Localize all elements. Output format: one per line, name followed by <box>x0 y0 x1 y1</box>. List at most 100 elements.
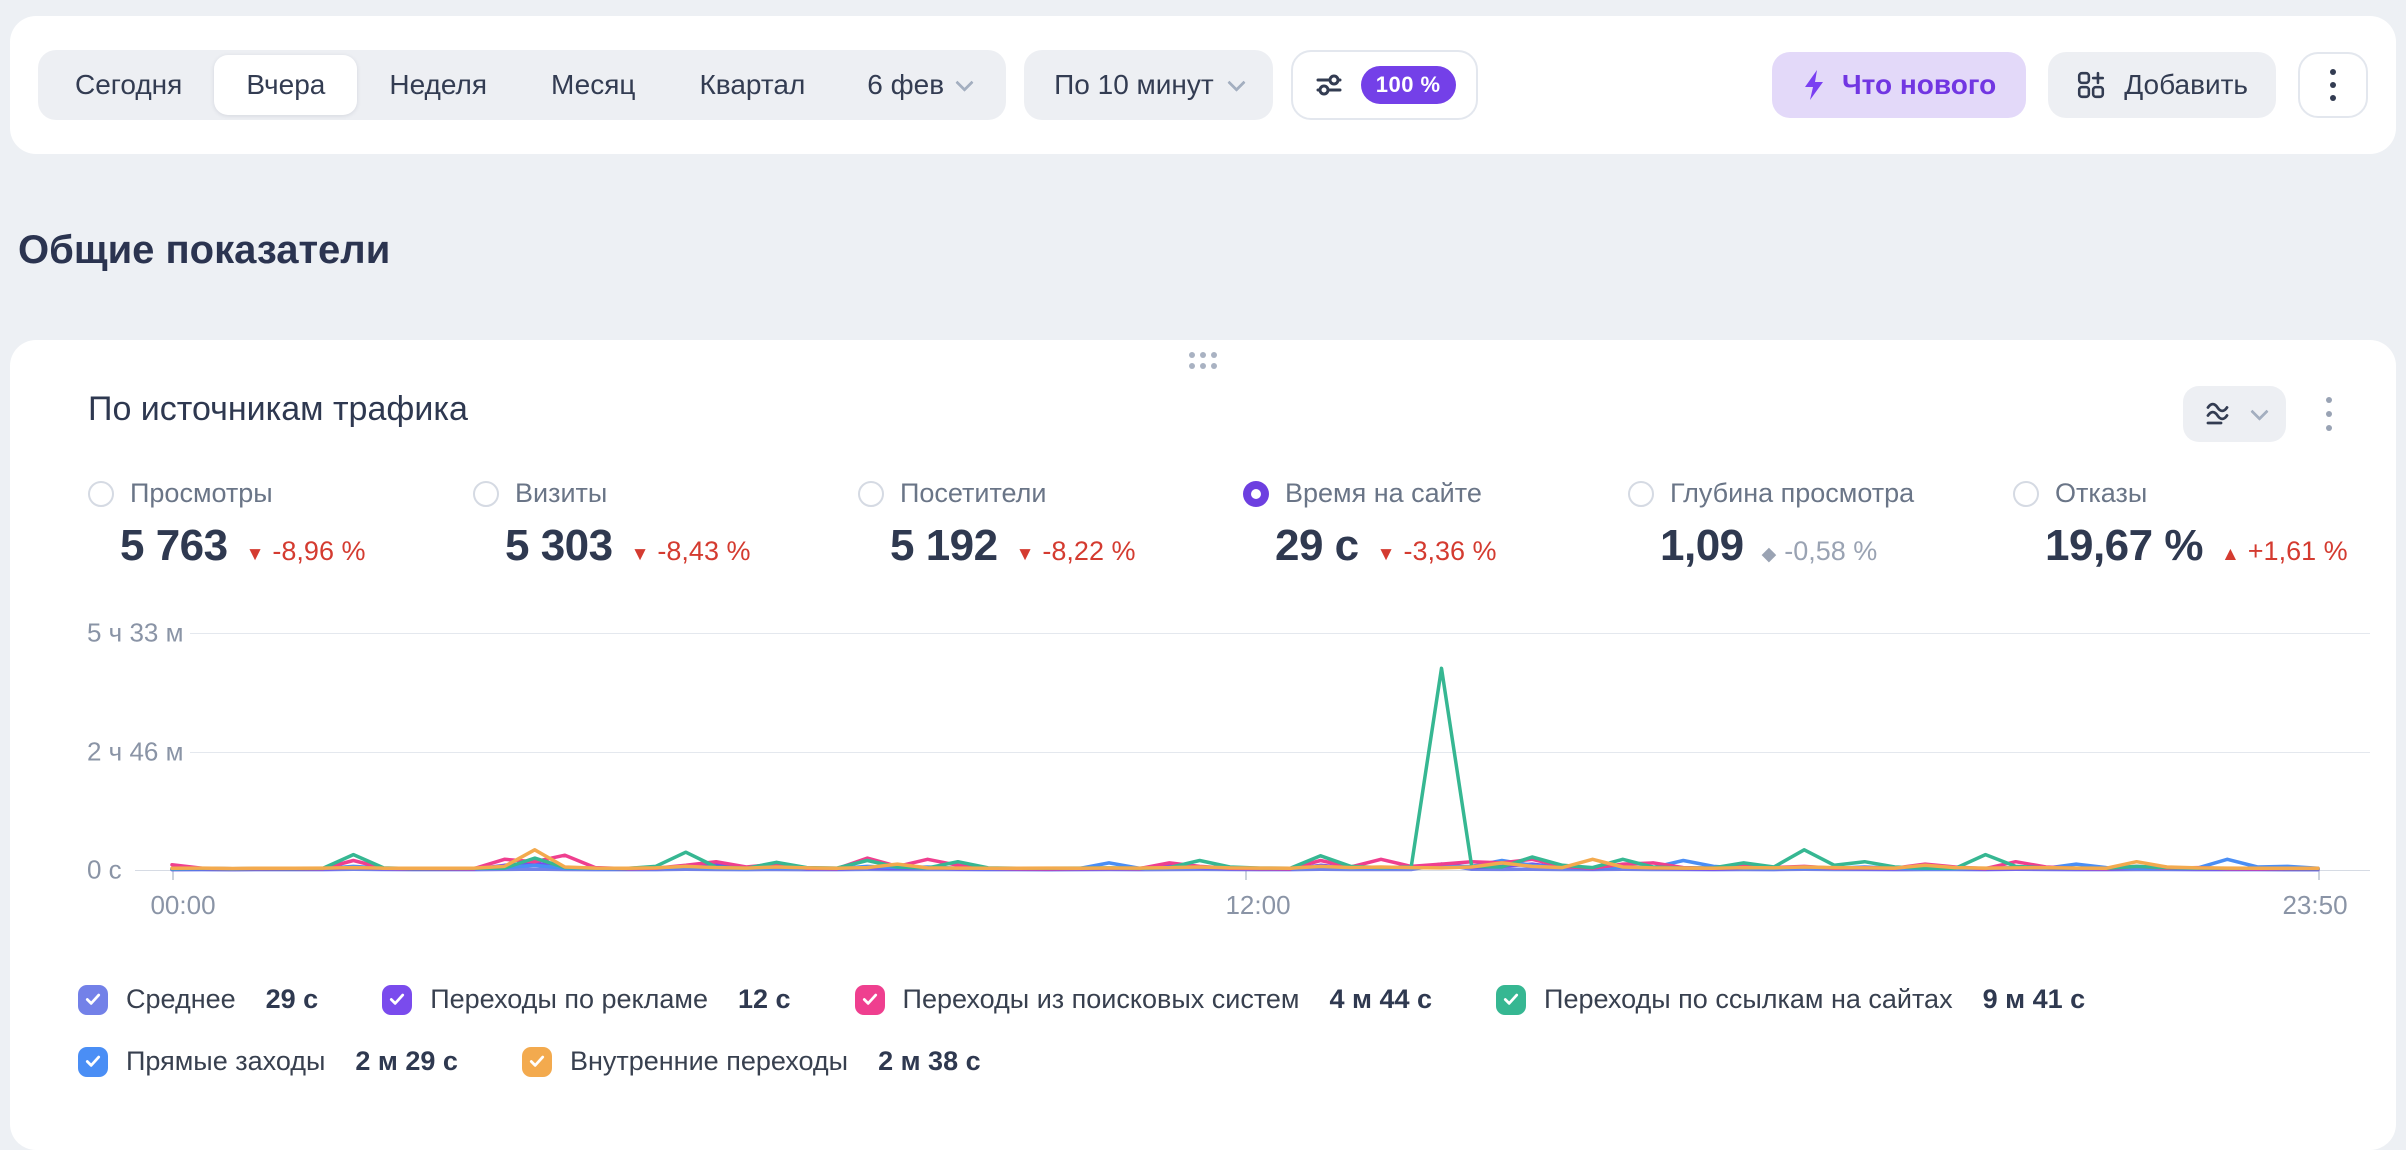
legend-item[interactable]: Прямые заходы 2 м 29 с <box>78 1046 458 1077</box>
delta-value: -8,22 % <box>1042 536 1136 566</box>
legend-label: Переходы по ссылкам на сайтах <box>1544 984 1953 1014</box>
metric-value: 5 303 <box>505 521 613 570</box>
add-widget-button[interactable]: Добавить <box>2048 52 2276 118</box>
tab-label: Вчера <box>246 69 326 100</box>
date-range-tabs: Сегодня Вчера Неделя Месяц Квартал 6 фев <box>38 50 1007 120</box>
delta-value: -0,58 % <box>1784 536 1878 566</box>
line-chart-icon <box>2203 398 2235 430</box>
metric-tab[interactable]: Визиты 5 303 ▼ -8,43 % <box>473 478 858 571</box>
chart-legend-row-1: Среднее 29 с Переходы по рекламе 12 с Пе… <box>78 984 2085 1015</box>
metric-label: Просмотры <box>130 478 273 508</box>
metric-radio[interactable] <box>88 480 114 507</box>
delta-direction-icon: ◆ <box>1761 544 1777 565</box>
date-label: 6 фев <box>867 69 945 100</box>
x-axis-tick-label: 00:00 <box>150 890 216 920</box>
y-axis-tick-label: 5 ч 33 м <box>87 617 184 648</box>
legend-checkbox[interactable] <box>78 984 108 1015</box>
whats-new-label: Что нового <box>1841 69 1997 100</box>
toolbar-menu-button[interactable] <box>2298 52 2368 118</box>
delta-direction-icon: ▲ <box>2220 544 2240 565</box>
legend-value: 2 м 29 с <box>355 1046 458 1076</box>
tab-label: Квартал <box>699 69 806 100</box>
legend-value: 4 м 44 с <box>1329 984 1433 1014</box>
sampling-badge: 100 % <box>1360 66 1456 104</box>
legend-item[interactable]: Переходы по рекламе 12 с <box>382 984 791 1015</box>
delta-value: -3,36 % <box>1403 536 1497 566</box>
page-title: Общие показатели <box>18 228 391 272</box>
custom-date-select[interactable]: 6 фев <box>837 55 1001 115</box>
date-range-tab-Неделя[interactable]: Неделя <box>357 55 519 115</box>
delta-direction-icon: ▼ <box>1376 544 1396 565</box>
metric-radio[interactable] <box>858 480 884 507</box>
metric-label: Посетители <box>900 478 1047 508</box>
legend-label: Прямые заходы <box>126 1046 326 1076</box>
metric-delta: ▼ -8,96 % <box>246 536 366 567</box>
widget-title: По источникам трафика <box>88 390 468 428</box>
delta-direction-icon: ▼ <box>1015 544 1035 565</box>
metric-label: Время на сайте <box>1285 478 1482 508</box>
metric-tab[interactable]: Время на сайте 29 с ▼ -3,36 % <box>1243 478 1628 571</box>
legend-checkbox[interactable] <box>521 1046 552 1077</box>
metric-radio[interactable] <box>2013 480 2039 507</box>
x-axis-tick-label: 12:00 <box>1225 890 1291 920</box>
tab-label: Неделя <box>389 69 488 100</box>
legend-label: Переходы по рекламе <box>430 984 708 1014</box>
metric-delta: ▲ +1,61 % <box>2221 536 2348 567</box>
chevron-down-icon <box>2250 401 2269 421</box>
date-range-tab-Сегодня[interactable]: Сегодня <box>43 55 214 115</box>
legend-item[interactable]: Переходы по ссылкам на сайтах 9 м 41 с <box>1496 984 2085 1015</box>
date-range-tab-Квартал[interactable]: Квартал <box>667 55 837 115</box>
metric-label: Отказы <box>2055 478 2148 508</box>
granularity-select[interactable]: По 10 минут <box>1024 50 1273 120</box>
widget-menu-button[interactable] <box>2322 393 2336 435</box>
legend-checkbox[interactable] <box>382 984 413 1015</box>
legend-value: 9 м 41 с <box>1982 984 2086 1014</box>
legend-value: 2 м 38 с <box>878 1046 981 1076</box>
tab-label: Сегодня <box>75 69 183 100</box>
legend-label: Переходы из поисковых систем <box>902 984 1300 1014</box>
metric-label: Глубина просмотра <box>1670 478 1915 508</box>
metric-tab[interactable]: Просмотры 5 763 ▼ -8,96 % <box>88 478 473 571</box>
delta-value: +1,61 % <box>2247 536 2348 566</box>
delta-value: -8,43 % <box>657 536 751 566</box>
legend-item[interactable]: Внутренние переходы 2 м 38 с <box>521 1046 981 1077</box>
metric-radio[interactable] <box>473 480 499 507</box>
legend-label: Среднее <box>126 984 236 1014</box>
metric-radio[interactable] <box>1628 480 1654 507</box>
lightning-icon <box>1802 69 1826 101</box>
sampling-button[interactable]: 100 % <box>1290 50 1478 120</box>
metric-radio[interactable] <box>1243 480 1269 507</box>
add-widget-label: Добавить <box>2124 69 2248 100</box>
metric-tab[interactable]: Глубина просмотра 1,09 ◆ -0,58 % <box>1628 478 2013 571</box>
date-range-tab-Месяц[interactable]: Месяц <box>519 55 667 115</box>
metric-value: 5 763 <box>120 521 228 570</box>
top-toolbar: Сегодня Вчера Неделя Месяц Квартал 6 фев… <box>10 16 2396 154</box>
metric-delta: ▼ -3,36 % <box>1377 536 1497 567</box>
whats-new-button[interactable]: Что нового <box>1771 52 2027 118</box>
metric-tab[interactable]: Посетители 5 192 ▼ -8,22 % <box>858 478 1243 571</box>
metric-delta: ▼ -8,43 % <box>631 536 751 567</box>
legend-checkbox[interactable] <box>854 984 885 1015</box>
legend-checkbox[interactable] <box>1496 984 1527 1015</box>
metric-label: Визиты <box>515 478 608 508</box>
legend-item[interactable]: Переходы из поисковых систем 4 м 44 с <box>854 984 1433 1015</box>
metric-value: 29 с <box>1275 521 1359 570</box>
y-axis-tick-label: 2 ч 46 м <box>87 736 184 767</box>
metric-selector: Просмотры 5 763 ▼ -8,96 % Визиты 5 303 ▼… <box>88 478 2398 571</box>
chart-type-select[interactable] <box>2183 386 2286 442</box>
traffic-line-chart <box>170 666 2320 872</box>
delta-direction-icon: ▼ <box>245 544 265 565</box>
add-widget-icon <box>2076 70 2106 100</box>
drag-handle[interactable] <box>1189 352 1217 369</box>
y-axis-tick-label: 0 с <box>87 854 122 885</box>
legend-value: 12 с <box>737 984 791 1014</box>
date-range-tab-Вчера[interactable]: Вчера <box>214 55 358 115</box>
legend-checkbox[interactable] <box>78 1046 108 1077</box>
metric-value: 1,09 <box>1660 521 1744 570</box>
chevron-down-icon <box>955 72 974 92</box>
metric-value: 5 192 <box>890 521 998 570</box>
legend-item[interactable]: Среднее 29 с <box>78 984 318 1015</box>
metric-tab[interactable]: Отказы 19,67 % ▲ +1,61 % <box>2013 478 2398 571</box>
metric-delta: ▼ -8,22 % <box>1016 536 1136 567</box>
legend-value: 29 с <box>265 984 319 1014</box>
